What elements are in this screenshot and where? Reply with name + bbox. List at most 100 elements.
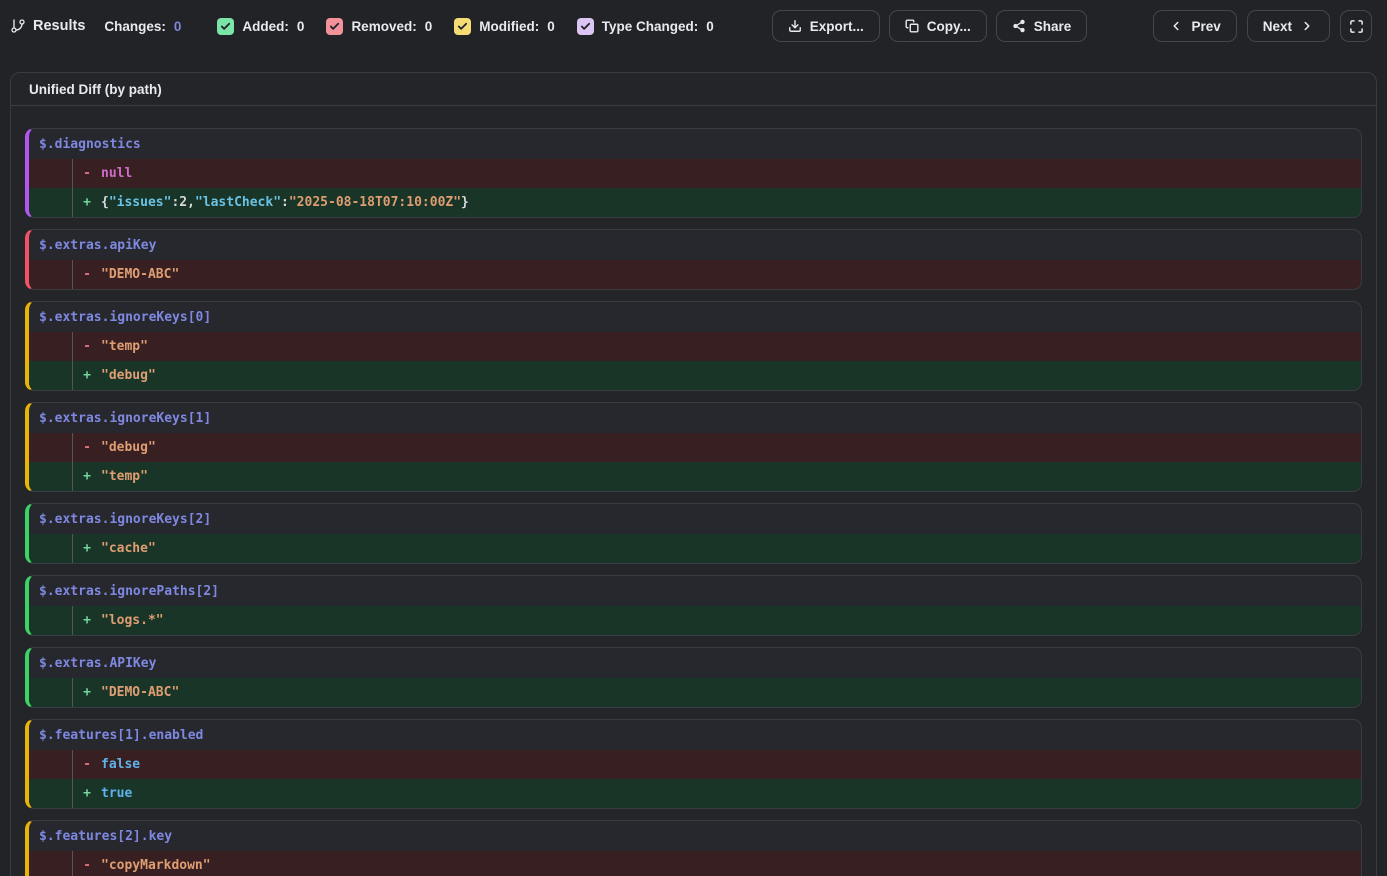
top-toolbar: Results Changes: 0 Added: 0 Removed: 0 M… [0, 0, 1387, 52]
plus-sign: + [83, 195, 91, 210]
share-icon [1012, 19, 1026, 33]
plus-sign: + [83, 786, 91, 801]
diff-entry-modified: $.extras.ignoreKeys[0] - "temp" + "debug" [25, 301, 1362, 391]
diff-row-removed: - "debug" [29, 433, 1361, 462]
diff-row-added: + true [29, 779, 1361, 808]
diff-row-added: + "temp" [29, 462, 1361, 491]
minus-sign: - [83, 166, 91, 181]
unified-diff-panel: Unified Diff (by path) $.diagnostics - nu… [10, 72, 1377, 876]
row-value: "cache" [101, 541, 156, 556]
diff-entry-header: $.extras.ignoreKeys[1] [29, 403, 1361, 433]
diff-row-removed: - "DEMO-ABC" [29, 260, 1361, 289]
row-value: "debug" [101, 368, 156, 383]
row-value: {"issues":2,"lastCheck":"2025-08-18T07:1… [101, 195, 469, 210]
panel-header: Unified Diff (by path) [11, 73, 1376, 106]
share-button[interactable]: Share [995, 10, 1088, 42]
json-path: $.extras.ignoreKeys[0] [39, 309, 212, 325]
checkmark-icon [458, 22, 468, 30]
maximize-icon [1349, 19, 1364, 34]
row-gutter [29, 188, 73, 217]
removed-checkbox[interactable] [326, 17, 344, 35]
copy-label: Copy... [926, 18, 971, 34]
export-label: Export... [809, 18, 864, 34]
fullscreen-button[interactable] [1340, 10, 1372, 42]
copy-button[interactable]: Copy... [888, 10, 987, 42]
diff-entry-header: $.features[1].enabled [29, 720, 1361, 750]
minus-sign: - [83, 267, 91, 282]
diff-row-removed: - "copyMarkdown" [29, 851, 1361, 876]
row-value: "temp" [101, 339, 148, 354]
row-value: "DEMO-ABC" [101, 267, 180, 282]
checkmark-icon [580, 22, 590, 30]
diff-row-added: + "logs.*" [29, 606, 1361, 635]
json-path: $.extras.ignoreKeys[2] [39, 511, 212, 527]
plus-sign: + [83, 685, 91, 700]
type-changed-checkbox[interactable] [576, 17, 594, 35]
diff-stats: Changes: 0 Added: 0 Removed: 0 Modified:… [104, 17, 714, 35]
changes-label: Changes: [104, 18, 166, 34]
panel-title: Unified Diff (by path) [29, 81, 162, 97]
row-gutter [29, 851, 73, 876]
row-value: false [101, 757, 141, 772]
filter-added[interactable]: Added: 0 [217, 17, 305, 35]
chevron-left-icon [1169, 19, 1183, 33]
row-gutter [29, 678, 73, 707]
row-gutter [29, 159, 73, 188]
filter-removed[interactable]: Removed: 0 [326, 17, 433, 35]
plus-sign: + [83, 613, 91, 628]
prev-label: Prev [1191, 18, 1221, 34]
json-path: $.diagnostics [39, 136, 141, 152]
row-gutter [29, 750, 73, 779]
type-changed-label: Type Changed: [601, 18, 699, 34]
plus-sign: + [83, 469, 91, 484]
row-gutter [29, 534, 73, 563]
filter-modified[interactable]: Modified: 0 [454, 17, 555, 35]
row-value: "debug" [101, 440, 156, 455]
next-label: Next [1262, 18, 1292, 34]
diff-entry-header: $.extras.APIKey [29, 648, 1361, 678]
removed-label: Removed: [351, 18, 417, 34]
row-gutter [29, 260, 73, 289]
modified-checkbox[interactable] [454, 17, 472, 35]
row-value: "copyMarkdown" [101, 858, 211, 873]
diff-row-removed: - "temp" [29, 332, 1361, 361]
minus-sign: - [83, 440, 91, 455]
added-checkbox[interactable] [217, 17, 235, 35]
row-gutter [29, 779, 73, 808]
added-count: 0 [296, 18, 305, 34]
diff-entry-list: $.diagnostics - null + {"issues":2,"lastChe… [11, 106, 1376, 876]
checkmark-icon [221, 22, 231, 30]
plus-sign: + [83, 368, 91, 383]
minus-sign: - [83, 757, 91, 772]
changes-stat: Changes: 0 [104, 19, 181, 34]
changes-count: 0 [173, 18, 182, 34]
prev-button[interactable]: Prev [1153, 10, 1237, 42]
diff-entry-type-changed: $.diagnostics - null + {"issues":2,"lastChe… [25, 128, 1362, 218]
diff-row-added: + "DEMO-ABC" [29, 678, 1361, 707]
git-branch-icon [10, 18, 26, 34]
json-path: $.extras.ignoreKeys[1] [39, 410, 212, 426]
filter-type-changed[interactable]: Type Changed: 0 [576, 17, 714, 35]
export-button[interactable]: Export... [771, 10, 880, 42]
diff-entry-header: $.features[2].key [29, 821, 1361, 851]
results-label: Results [33, 18, 86, 34]
chevron-right-icon [1300, 19, 1314, 33]
pager-buttons: Prev Next [1153, 10, 1372, 42]
minus-sign: - [83, 339, 91, 354]
diff-entry-header: $.extras.ignoreKeys[0] [29, 302, 1361, 332]
next-button[interactable]: Next [1246, 10, 1330, 42]
row-value: true [101, 786, 133, 801]
diff-entry-modified: $.features[2].key -"copyMarkdown"+ [25, 820, 1362, 876]
diff-entry-header: $.extras.apiKey [29, 230, 1361, 260]
row-value: null [101, 166, 133, 181]
row-value: "temp" [101, 469, 148, 484]
removed-count: 0 [424, 18, 433, 34]
share-label: Share [1033, 18, 1072, 34]
added-label: Added: [242, 18, 289, 34]
diff-entry-header: $.diagnostics [29, 129, 1361, 159]
diff-row-added: + {"issues":2,"lastCheck":"2025-08-18T07:… [29, 188, 1361, 217]
diff-row-removed: - null [29, 159, 1361, 188]
json-path: $.features[1].enabled [39, 727, 204, 743]
minus-sign: - [83, 858, 91, 873]
diff-entry-added: $.extras.APIKey + "DEMO-ABC" [25, 647, 1362, 708]
